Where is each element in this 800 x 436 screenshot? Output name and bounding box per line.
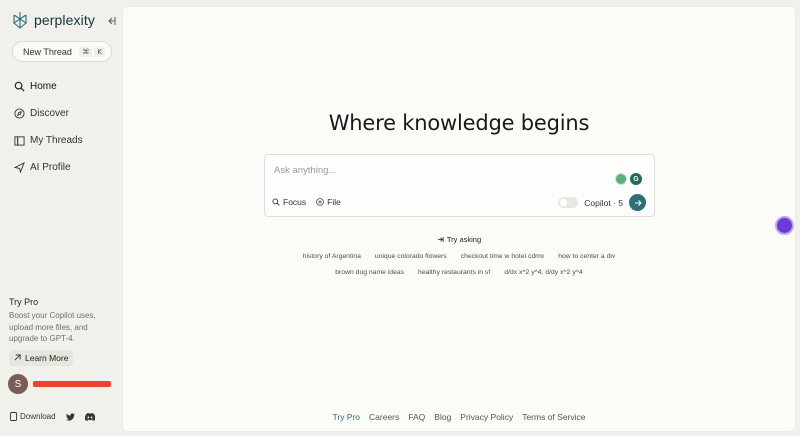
new-thread-button[interactable]: New Thread ⌘ K [12, 41, 112, 62]
sidebar-item-discover[interactable]: Discover [14, 100, 83, 127]
collapse-sidebar-icon[interactable] [105, 15, 117, 27]
compass-icon [14, 108, 25, 119]
redacted-username [33, 381, 111, 387]
k-key: K [94, 46, 105, 57]
floating-assistant-button[interactable] [775, 216, 794, 235]
sidebar-item-label: Discover [30, 108, 69, 119]
suggestion-item[interactable]: checkout time w hotel cdmx [459, 252, 546, 261]
sidebar: perplexity New Thread ⌘ K Home Discover … [0, 0, 122, 436]
grammarly-icon[interactable]: G [630, 173, 642, 185]
extension-icons: G [615, 173, 642, 185]
sidebar-item-label: My Threads [30, 135, 83, 146]
suggestions-row: history of Argentina unique colorado flo… [123, 252, 795, 261]
file-label: File [327, 197, 341, 207]
plus-circle-icon [316, 198, 324, 206]
search-icon [14, 81, 25, 92]
footer-links: Try Pro Careers FAQ Blog Privacy Policy … [123, 412, 795, 422]
perplexity-logo-icon [13, 12, 27, 29]
page-title: Where knowledge begins [328, 111, 590, 135]
learn-more-button[interactable]: Learn More [9, 349, 74, 366]
logo-text: perplexity [34, 12, 95, 28]
footer-link-blog[interactable]: Blog [434, 412, 451, 422]
keyboard-shortcut: ⌘ K [79, 46, 105, 57]
arrow-up-right-icon [14, 354, 21, 361]
suggestion-item[interactable]: history of Argentina [301, 252, 363, 261]
suggestion-item[interactable]: how to center a div [556, 252, 617, 261]
avatar: S [8, 374, 28, 394]
copilot-control: Copilot · 5 [558, 194, 646, 211]
extension-icon[interactable] [615, 173, 627, 185]
sidebar-item-home[interactable]: Home [14, 73, 83, 100]
copilot-toggle[interactable] [558, 197, 579, 208]
sidebar-nav: Home Discover My Threads AI Profile [14, 73, 83, 181]
suggestion-item[interactable]: brown dog name ideas [333, 268, 406, 277]
sidebar-item-my-threads[interactable]: My Threads [14, 127, 83, 154]
library-icon [14, 136, 25, 146]
try-asking-header: Try asking [123, 235, 795, 244]
submit-button[interactable] [629, 194, 646, 211]
learn-more-label: Learn More [25, 352, 69, 363]
suggestions-row: brown dog name ideas healthy restaurants… [123, 268, 795, 277]
try-pro-title: Try Pro [9, 297, 39, 307]
search-icon [272, 198, 280, 206]
sidebar-item-label: Home [30, 81, 57, 92]
download-label: Download [20, 412, 56, 421]
search-tools: Focus File [272, 197, 341, 207]
sidebar-footer: Download [10, 412, 95, 421]
download-link[interactable]: Download [10, 412, 56, 421]
focus-button[interactable]: Focus [272, 197, 306, 207]
footer-link-terms[interactable]: Terms of Service [522, 412, 585, 422]
try-pro-panel: Try Pro Boost your Copilot uses, upload … [9, 297, 117, 366]
footer-link-try-pro[interactable]: Try Pro [332, 412, 360, 422]
sidebar-item-ai-profile[interactable]: AI Profile [14, 154, 83, 181]
logo[interactable]: perplexity [12, 11, 95, 29]
send-icon [14, 162, 25, 173]
try-asking-label: Try asking [446, 235, 482, 244]
new-thread-label: New Thread [23, 46, 72, 57]
focus-label: Focus [283, 197, 307, 207]
suggestion-item[interactable]: d/dx x^2 y^4, d/dy x^2 y^4 [502, 268, 585, 277]
twitter-icon[interactable] [65, 412, 75, 421]
discord-icon[interactable] [84, 412, 95, 421]
cmd-key: ⌘ [79, 46, 93, 57]
suggestion-item[interactable]: healthy restaurants in sf [416, 268, 492, 277]
enter-arrow-icon [437, 236, 444, 243]
copilot-label: Copilot · 5 [584, 197, 623, 208]
device-icon [10, 412, 17, 421]
footer-link-privacy[interactable]: Privacy Policy [460, 412, 513, 422]
search-box: G Focus File Copilot · 5 [264, 154, 655, 217]
sidebar-item-label: AI Profile [30, 162, 71, 173]
try-pro-description: Boost your Copilot uses, upload more fil… [9, 311, 96, 343]
footer-link-faq[interactable]: FAQ [408, 412, 425, 422]
user-account[interactable]: S [8, 374, 111, 394]
footer-link-careers[interactable]: Careers [369, 412, 399, 422]
file-button[interactable]: File [316, 197, 341, 207]
arrow-right-icon [634, 199, 642, 206]
suggestion-item[interactable]: unique colorado flowers [373, 252, 449, 261]
search-input[interactable] [274, 165, 574, 176]
main-panel: Where knowledge begins G Focus File Copi… [122, 6, 796, 432]
